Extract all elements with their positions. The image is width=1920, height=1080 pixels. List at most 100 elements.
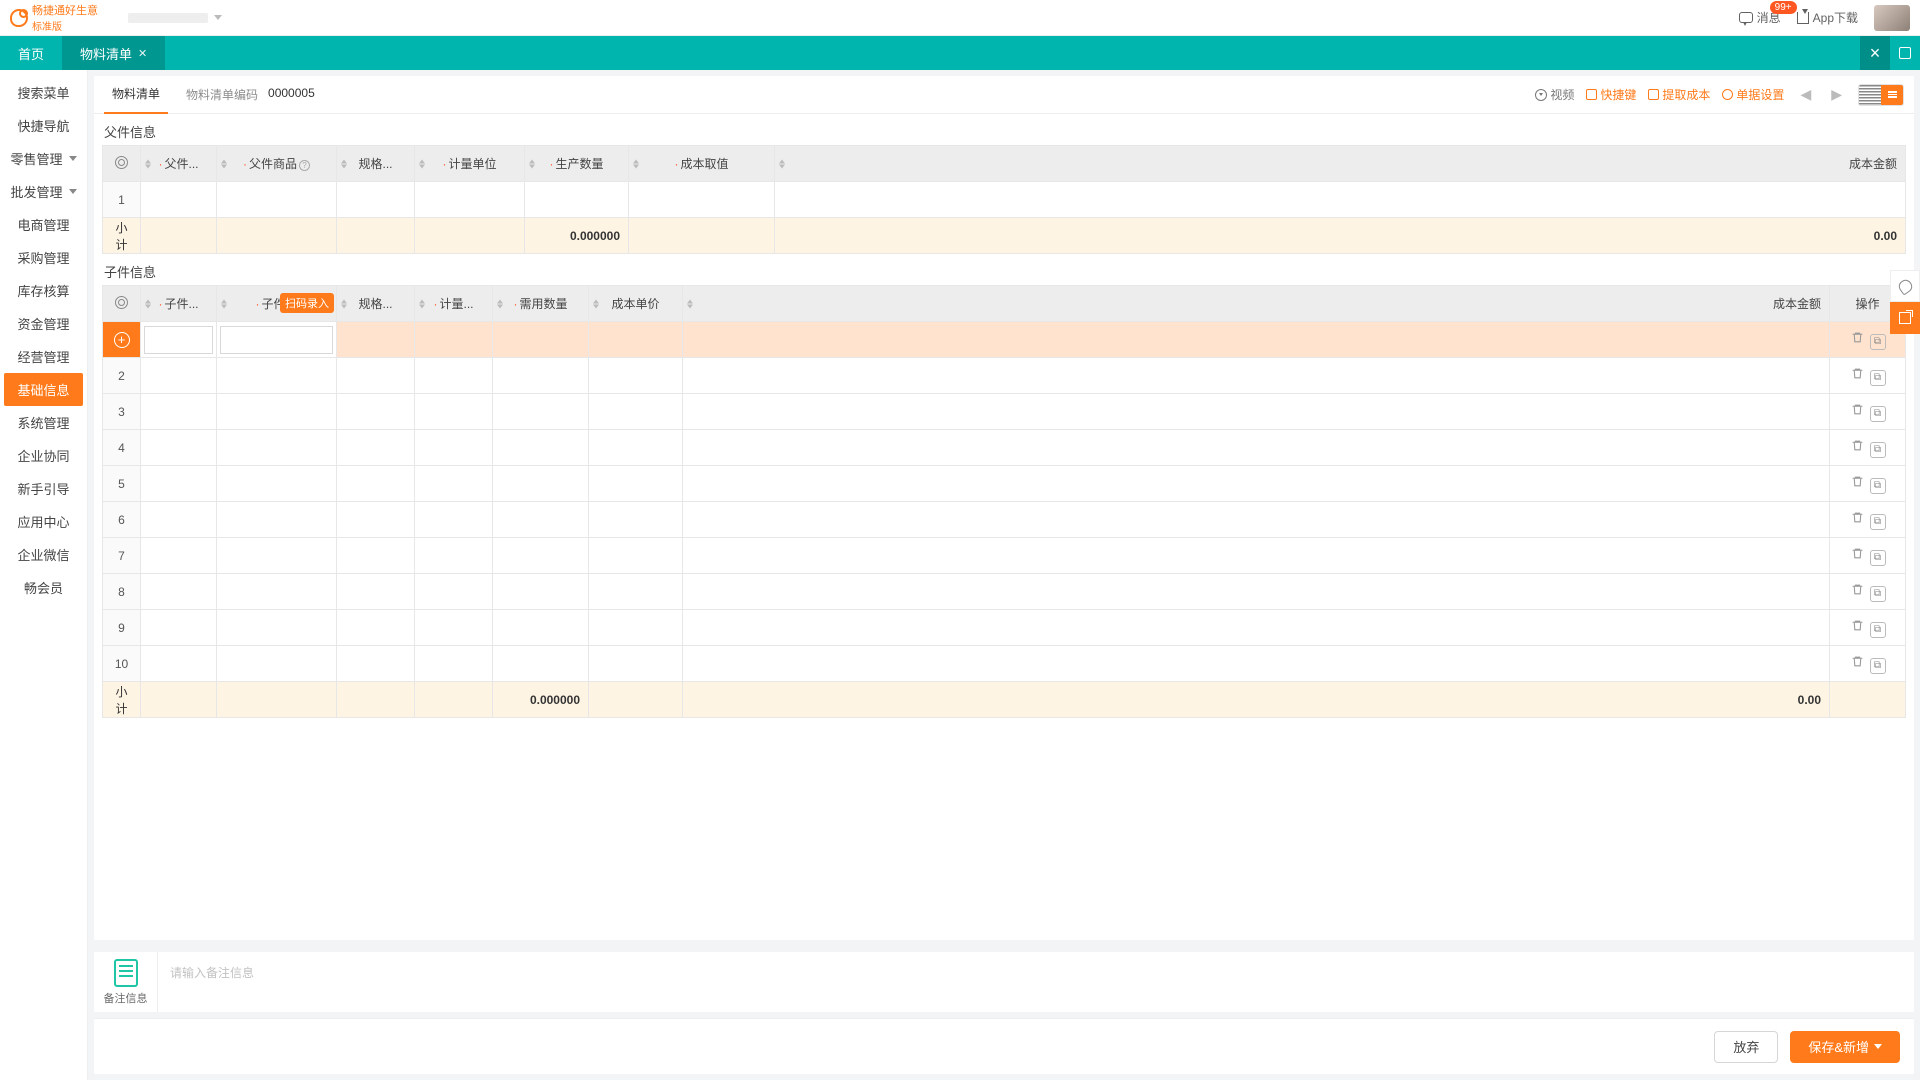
cell[interactable] xyxy=(589,502,683,538)
cell[interactable] xyxy=(141,358,217,394)
expand-tool-button[interactable] xyxy=(1890,302,1920,334)
cell[interactable] xyxy=(493,430,589,466)
row-delete-button[interactable] xyxy=(1850,330,1866,346)
cancel-button[interactable]: 放弃 xyxy=(1714,1031,1778,1063)
fullscreen-button[interactable] xyxy=(1890,36,1920,70)
cell[interactable] xyxy=(683,322,1830,358)
tab-bom[interactable]: 物料清单 ✕ xyxy=(62,36,165,70)
sidenav-item[interactable]: 新手引导 xyxy=(0,472,87,505)
save-and-new-button[interactable]: 保存&新增 xyxy=(1790,1031,1900,1063)
parent-col-qty[interactable]: ·生产数量 xyxy=(525,146,629,182)
row-delete-button[interactable] xyxy=(1850,510,1866,526)
child-row[interactable]: 9⧉ xyxy=(103,610,1906,646)
row-copy-button[interactable]: ⧉ xyxy=(1870,514,1886,530)
cell[interactable] xyxy=(415,502,493,538)
child-col-amount[interactable]: 成本金额 xyxy=(683,286,1830,322)
cell[interactable] xyxy=(141,502,217,538)
cell[interactable] xyxy=(683,394,1830,430)
cell[interactable] xyxy=(141,466,217,502)
row-add-button[interactable]: + xyxy=(103,322,141,358)
cell[interactable] xyxy=(337,610,415,646)
cell[interactable] xyxy=(141,610,217,646)
cell[interactable] xyxy=(337,502,415,538)
cell[interactable] xyxy=(589,430,683,466)
cell[interactable] xyxy=(217,646,337,682)
sidenav-item[interactable]: 系统管理 xyxy=(0,406,87,439)
cell[interactable] xyxy=(415,394,493,430)
sidenav-item[interactable]: 采购管理 xyxy=(0,241,87,274)
row-delete-button[interactable] xyxy=(1850,366,1866,382)
child-row[interactable]: 10⧉ xyxy=(103,646,1906,682)
cell[interactable] xyxy=(337,574,415,610)
row-copy-button[interactable]: ⧉ xyxy=(1870,586,1886,602)
child-row[interactable]: +⧉ xyxy=(103,322,1906,358)
cell[interactable] xyxy=(141,430,217,466)
cell[interactable] xyxy=(493,610,589,646)
cell[interactable] xyxy=(217,430,337,466)
scan-entry-button[interactable]: 扫码录入 xyxy=(280,293,334,313)
messages-button[interactable]: 消息 99+ xyxy=(1739,9,1781,26)
row-delete-button[interactable] xyxy=(1850,582,1866,598)
sidenav-item[interactable]: 基础信息 xyxy=(4,373,83,406)
child-item-input[interactable] xyxy=(220,326,333,354)
doc-setting-button[interactable]: 单据设置 xyxy=(1722,86,1784,103)
cell[interactable] xyxy=(217,394,337,430)
cell[interactable] xyxy=(683,502,1830,538)
sidenav-item[interactable]: 批发管理 xyxy=(0,175,87,208)
parent-col-config[interactable] xyxy=(103,146,141,182)
cell[interactable] xyxy=(683,646,1830,682)
child-row[interactable]: 6⧉ xyxy=(103,502,1906,538)
parent-col-unit[interactable]: ·计量单位 xyxy=(415,146,525,182)
cell[interactable] xyxy=(415,322,493,358)
cell[interactable] xyxy=(217,502,337,538)
cell[interactable] xyxy=(415,574,493,610)
child-col-spec[interactable]: 规格... xyxy=(337,286,415,322)
cell[interactable] xyxy=(683,610,1830,646)
child-row[interactable]: 7⧉ xyxy=(103,538,1906,574)
app-download-button[interactable]: App下载 xyxy=(1797,9,1858,26)
child-col-config[interactable] xyxy=(103,286,141,322)
cell[interactable] xyxy=(493,538,589,574)
row-delete-button[interactable] xyxy=(1850,546,1866,562)
cell[interactable] xyxy=(217,574,337,610)
row-copy-button[interactable]: ⧉ xyxy=(1870,478,1886,494)
row-delete-button[interactable] xyxy=(1850,438,1866,454)
cell[interactable] xyxy=(683,574,1830,610)
child-col-qty[interactable]: ·需用数量 xyxy=(493,286,589,322)
remark-input[interactable] xyxy=(158,952,1914,1012)
cell[interactable] xyxy=(337,466,415,502)
cell[interactable] xyxy=(141,394,217,430)
cell[interactable] xyxy=(493,322,589,358)
cell[interactable] xyxy=(141,646,217,682)
cell[interactable] xyxy=(415,430,493,466)
cell-code[interactable] xyxy=(141,322,217,358)
parent-col-item[interactable]: ·父件商品? xyxy=(217,146,337,182)
sidenav-item[interactable]: 电商管理 xyxy=(0,208,87,241)
sidenav-item[interactable]: 企业协同 xyxy=(0,439,87,472)
prev-doc-button[interactable]: ◀ xyxy=(1796,86,1815,103)
child-col-item[interactable]: ·子件商扫码录入 xyxy=(217,286,337,322)
page-tab-bom[interactable]: 物料清单 xyxy=(104,76,168,114)
sidenav-item[interactable]: 经营管理 xyxy=(0,340,87,373)
row-delete-button[interactable] xyxy=(1850,618,1866,634)
child-row[interactable]: 5⧉ xyxy=(103,466,1906,502)
cell[interactable] xyxy=(217,538,337,574)
shortcut-button[interactable]: 快捷键 xyxy=(1586,86,1636,103)
cell[interactable] xyxy=(337,322,415,358)
video-help-button[interactable]: 视频 xyxy=(1535,86,1574,103)
cell[interactable] xyxy=(337,358,415,394)
sidenav-item[interactable]: 畅会员 xyxy=(0,571,87,604)
view-simple-button[interactable] xyxy=(1859,85,1881,105)
cell[interactable] xyxy=(775,182,1906,218)
cell[interactable] xyxy=(589,322,683,358)
parent-row[interactable]: 1 xyxy=(103,182,1906,218)
sidenav-item[interactable]: 快捷导航 xyxy=(0,109,87,142)
parent-col-code[interactable]: ·父件... xyxy=(141,146,217,182)
help-icon[interactable]: ? xyxy=(299,160,310,171)
row-copy-button[interactable]: ⧉ xyxy=(1870,406,1886,422)
child-code-input[interactable] xyxy=(144,326,213,354)
child-row[interactable]: 4⧉ xyxy=(103,430,1906,466)
child-col-unit[interactable]: ·计量... xyxy=(415,286,493,322)
cell[interactable] xyxy=(589,610,683,646)
sidenav-item[interactable]: 资金管理 xyxy=(0,307,87,340)
